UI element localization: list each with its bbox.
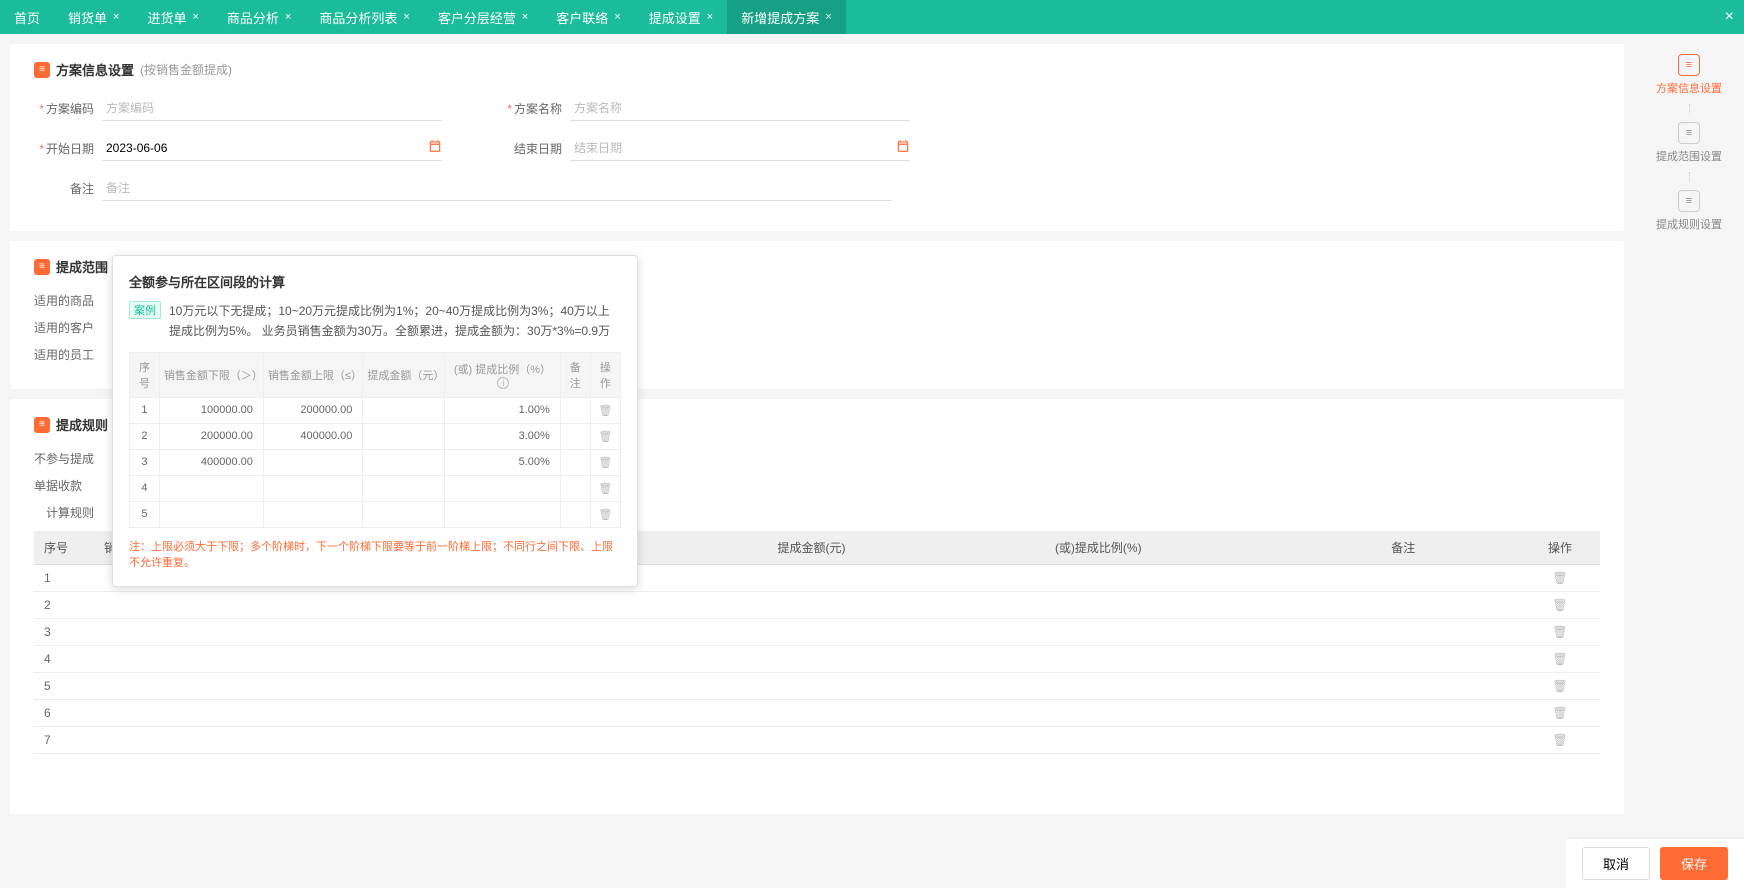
tab-new-commission[interactable]: 新增提成方案× (727, 0, 845, 34)
tooltip-table: 序号销售金额下限（＞）销售金额上限（≤） 提成金额（元）(或) 提成比例（%） … (129, 352, 621, 528)
tab-goods-analysis[interactable]: 商品分析× (213, 0, 305, 34)
start-date-input[interactable] (102, 135, 442, 161)
tooltip-title: 全额参与所在区间段的计算 (129, 272, 621, 291)
delete-icon[interactable]: 🗑 (1552, 652, 1567, 666)
table-row[interactable]: 3🗑 (34, 619, 1600, 646)
delete-icon[interactable]: 🗑 (598, 457, 612, 469)
tooltip-note: 注：上限必须大于下限；多个阶梯时，下一个阶梯下限要等于前一阶梯上限；不同行之间下… (129, 538, 621, 570)
list-icon: ≡ (34, 62, 50, 78)
delete-icon[interactable]: 🗑 (598, 483, 612, 495)
nav-scope[interactable]: ≡ 提成范围设置 (1656, 122, 1722, 164)
cancel-button[interactable]: 取消 (1582, 847, 1650, 880)
top-tab-bar: 首页 销货单× 进货单× 商品分析× 商品分析列表× 客户分层经营× 客户联络×… (0, 0, 1744, 34)
tooltip-popup: 全额参与所在区间段的计算 案例 10万元以下无提成；10~20万元提成比例为1%… (112, 255, 638, 587)
list-icon: ≡ (34, 259, 50, 275)
nav-rule[interactable]: ≡ 提成规则设置 (1656, 190, 1722, 232)
scheme-name-input[interactable] (570, 95, 910, 121)
close-icon[interactable]: × (707, 11, 713, 23)
delete-icon[interactable]: 🗑 (1552, 706, 1567, 720)
close-icon[interactable]: × (522, 11, 528, 23)
delete-icon[interactable]: 🗑 (1552, 598, 1567, 612)
close-icon[interactable]: × (403, 11, 409, 23)
scheme-code-input[interactable] (102, 95, 442, 121)
tab-customer-layer[interactable]: 客户分层经营× (424, 0, 542, 34)
close-icon[interactable]: × (285, 11, 291, 23)
close-all-icon[interactable]: × (1725, 8, 1734, 26)
table-row[interactable]: 5🗑 (34, 673, 1600, 700)
tooltip-desc: 10万元以下无提成；10~20万元提成比例为1%；20~40万提成比例为3%；4… (169, 301, 621, 342)
close-icon[interactable]: × (113, 11, 119, 23)
delete-icon[interactable]: 🗑 (598, 509, 612, 521)
delete-icon[interactable]: 🗑 (598, 405, 612, 417)
delete-icon[interactable]: 🗑 (598, 431, 612, 443)
info-icon: i (497, 377, 509, 389)
tab-sales[interactable]: 销货单× (54, 0, 133, 34)
footer-actions: 取消 保存 (1566, 838, 1744, 888)
delete-icon[interactable]: 🗑 (1552, 625, 1567, 639)
end-date-input[interactable] (570, 135, 910, 161)
tab-commission[interactable]: 提成设置× (635, 0, 727, 34)
list-icon: ≡ (1678, 190, 1700, 212)
close-icon[interactable]: × (192, 11, 198, 23)
save-button[interactable]: 保存 (1660, 847, 1728, 880)
tab-customer-contact[interactable]: 客户联络× (542, 0, 634, 34)
list-icon: ≡ (1678, 122, 1700, 144)
section-title: ≡ 方案信息设置 (按销售金额提成) (34, 60, 1600, 79)
example-tag: 案例 (129, 301, 161, 319)
delete-icon[interactable]: 🗑 (1552, 571, 1567, 585)
table-row[interactable]: 7🗑 (34, 727, 1600, 754)
table-row[interactable]: 6🗑 (34, 700, 1600, 727)
tab-goods-list[interactable]: 商品分析列表× (305, 0, 423, 34)
nav-info[interactable]: ≡ 方案信息设置 (1656, 54, 1722, 96)
close-icon[interactable]: × (825, 11, 831, 23)
list-icon: ≡ (34, 417, 50, 433)
right-anchor-nav: ≡ 方案信息设置 ≡ 提成范围设置 ≡ 提成规则设置 (1634, 34, 1744, 834)
list-icon: ≡ (1678, 54, 1700, 76)
tab-purchase[interactable]: 进货单× (133, 0, 212, 34)
delete-icon[interactable]: 🗑 (1552, 679, 1567, 693)
table-row[interactable]: 4🗑 (34, 646, 1600, 673)
table-row[interactable]: 2🗑 (34, 592, 1600, 619)
delete-icon[interactable]: 🗑 (1552, 733, 1567, 747)
close-icon[interactable]: × (614, 11, 620, 23)
section-info: ≡ 方案信息设置 (按销售金额提成) *方案编码 *方案名称 *开始日期 结束日… (10, 44, 1624, 231)
remark-input[interactable] (102, 175, 892, 201)
tab-home[interactable]: 首页 (0, 0, 54, 34)
